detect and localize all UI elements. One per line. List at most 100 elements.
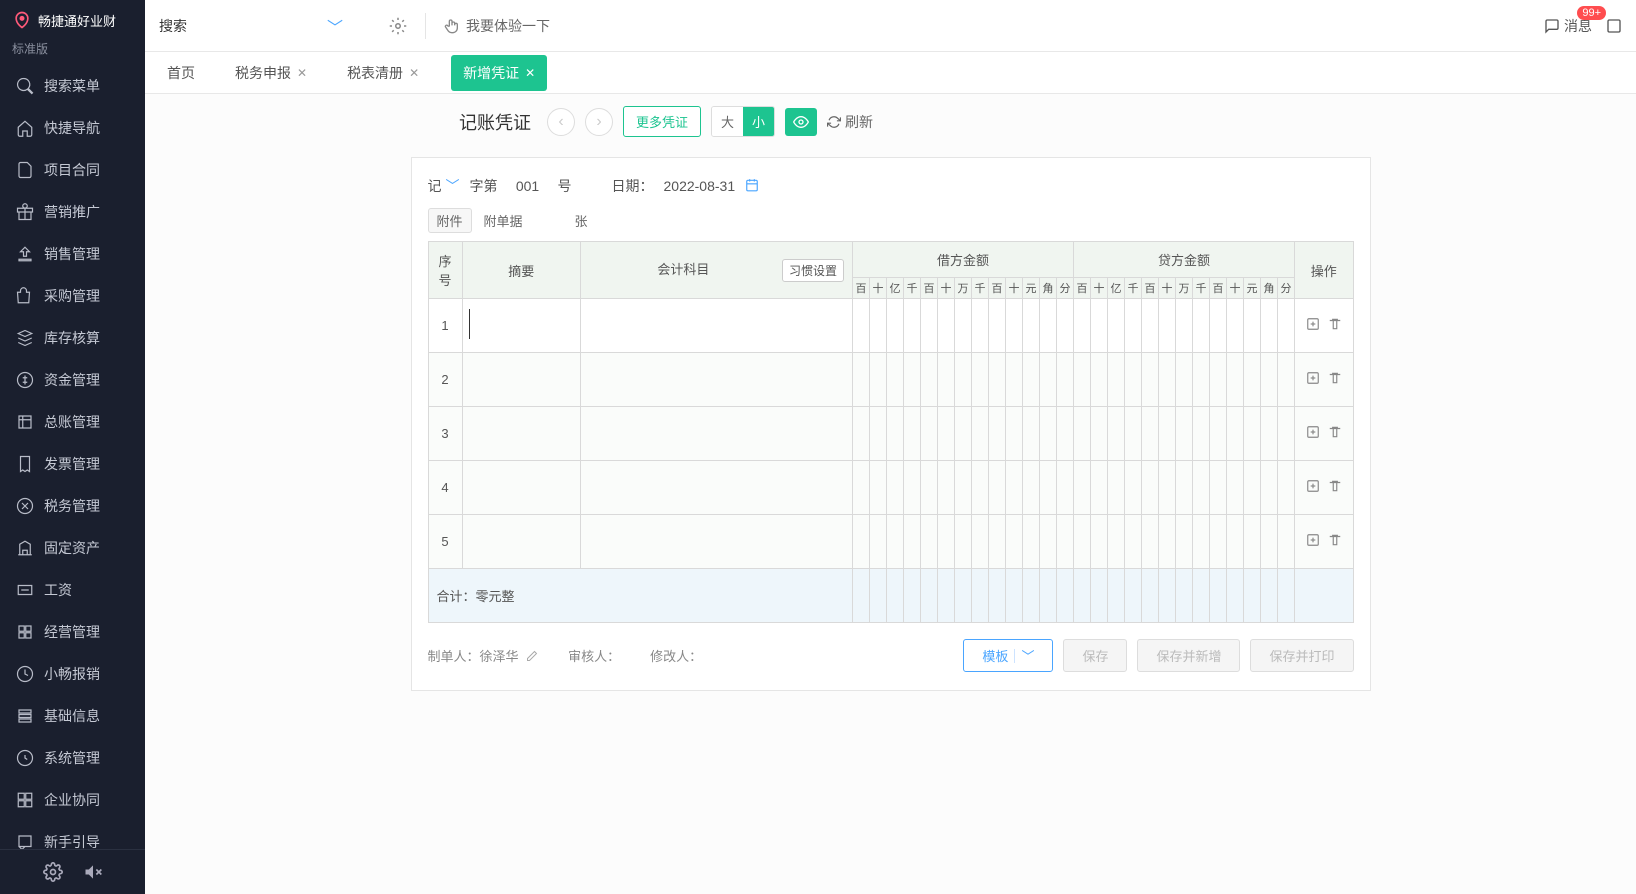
amount-digit[interactable] xyxy=(1073,461,1090,515)
subject-cell[interactable] xyxy=(580,299,852,353)
amount-digit[interactable] xyxy=(852,461,869,515)
amount-digit[interactable] xyxy=(1005,353,1022,407)
amount-digit[interactable] xyxy=(1107,461,1124,515)
amount-digit[interactable] xyxy=(988,407,1005,461)
amount-digit[interactable] xyxy=(954,353,971,407)
mute-icon[interactable] xyxy=(83,862,103,882)
amount-digit[interactable] xyxy=(1039,515,1056,569)
amount-digit[interactable] xyxy=(1056,407,1073,461)
amount-digit[interactable] xyxy=(1226,515,1243,569)
amount-digit[interactable] xyxy=(1107,515,1124,569)
amount-digit[interactable] xyxy=(937,461,954,515)
amount-digit[interactable] xyxy=(971,407,988,461)
amount-digit[interactable] xyxy=(869,353,886,407)
tab-税务申报[interactable]: 税务申报✕ xyxy=(227,53,315,93)
date-input[interactable]: 2022-08-31 xyxy=(664,178,736,194)
amount-digit[interactable] xyxy=(1141,353,1158,407)
sidebar-item-home[interactable]: 快捷导航 xyxy=(0,107,145,149)
amount-digit[interactable] xyxy=(1090,515,1107,569)
amount-digit[interactable] xyxy=(1277,515,1294,569)
amount-digit[interactable] xyxy=(1226,461,1243,515)
amount-digit[interactable] xyxy=(920,353,937,407)
close-icon[interactable]: ✕ xyxy=(409,66,419,80)
amount-digit[interactable] xyxy=(1141,461,1158,515)
amount-digit[interactable] xyxy=(1022,461,1039,515)
amount-digit[interactable] xyxy=(937,407,954,461)
amount-digit[interactable] xyxy=(886,515,903,569)
amount-digit[interactable] xyxy=(1158,353,1175,407)
sidebar-item-asset[interactable]: 固定资产 xyxy=(0,527,145,569)
sidebar-item-manage[interactable]: 经营管理 xyxy=(0,611,145,653)
tab-首页[interactable]: 首页 xyxy=(159,53,203,93)
amount-digit[interactable] xyxy=(1192,461,1209,515)
amount-digit[interactable] xyxy=(1260,407,1277,461)
amount-digit[interactable] xyxy=(1107,353,1124,407)
amount-digit[interactable] xyxy=(1175,515,1192,569)
amount-digit[interactable] xyxy=(1243,353,1260,407)
amount-digit[interactable] xyxy=(1192,299,1209,353)
amount-digit[interactable] xyxy=(1243,407,1260,461)
close-icon[interactable]: ✕ xyxy=(525,66,535,80)
amount-digit[interactable] xyxy=(1260,353,1277,407)
amount-digit[interactable] xyxy=(971,461,988,515)
amount-digit[interactable] xyxy=(852,299,869,353)
add-row-icon[interactable] xyxy=(1306,425,1320,442)
amount-digit[interactable] xyxy=(1124,353,1141,407)
amount-digit[interactable] xyxy=(1056,353,1073,407)
amount-digit[interactable] xyxy=(1243,461,1260,515)
expand-icon[interactable] xyxy=(1606,18,1622,34)
amount-digit[interactable] xyxy=(886,461,903,515)
amount-digit[interactable] xyxy=(1022,299,1039,353)
size-small-button[interactable]: 小 xyxy=(743,107,774,136)
amount-digit[interactable] xyxy=(988,353,1005,407)
amount-digit[interactable] xyxy=(1107,299,1124,353)
amount-digit[interactable] xyxy=(1141,515,1158,569)
amount-digit[interactable] xyxy=(1141,407,1158,461)
sidebar-item-basic[interactable]: 基础信息 xyxy=(0,695,145,737)
amount-digit[interactable] xyxy=(1175,461,1192,515)
amount-digit[interactable] xyxy=(1039,461,1056,515)
voucher-number[interactable]: 001 xyxy=(508,178,548,194)
amount-digit[interactable] xyxy=(1022,353,1039,407)
edit-icon[interactable] xyxy=(526,650,538,662)
settings-icon[interactable] xyxy=(43,862,63,882)
preview-button[interactable] xyxy=(785,108,817,136)
amount-digit[interactable] xyxy=(1005,407,1022,461)
chevron-down-icon[interactable]: ﹀ xyxy=(327,14,343,38)
amount-digit[interactable] xyxy=(1124,461,1141,515)
amount-digit[interactable] xyxy=(1260,299,1277,353)
amount-digit[interactable] xyxy=(1158,407,1175,461)
delete-row-icon[interactable] xyxy=(1328,371,1342,388)
delete-row-icon[interactable] xyxy=(1328,317,1342,334)
amount-digit[interactable] xyxy=(1056,461,1073,515)
amount-digit[interactable] xyxy=(954,407,971,461)
sidebar-item-menu-search[interactable]: 搜索菜单 xyxy=(0,65,145,107)
amount-digit[interactable] xyxy=(1056,299,1073,353)
sidebar-item-upload[interactable]: 销售管理 xyxy=(0,233,145,275)
amount-digit[interactable] xyxy=(1209,407,1226,461)
amount-digit[interactable] xyxy=(903,515,920,569)
amount-digit[interactable] xyxy=(1107,407,1124,461)
subject-cell[interactable] xyxy=(580,353,852,407)
amount-digit[interactable] xyxy=(1090,407,1107,461)
amount-digit[interactable] xyxy=(920,407,937,461)
amount-digit[interactable] xyxy=(954,461,971,515)
amount-digit[interactable] xyxy=(1209,299,1226,353)
save-new-button[interactable]: 保存并新增 xyxy=(1137,639,1240,672)
amount-digit[interactable] xyxy=(1073,299,1090,353)
amount-digit[interactable] xyxy=(1005,299,1022,353)
amount-digit[interactable] xyxy=(886,407,903,461)
amount-digit[interactable] xyxy=(920,515,937,569)
amount-digit[interactable] xyxy=(903,461,920,515)
subject-cell[interactable] xyxy=(580,461,852,515)
experience-link[interactable]: 我要体验一下 xyxy=(444,16,550,36)
amount-digit[interactable] xyxy=(1226,299,1243,353)
amount-digit[interactable] xyxy=(1039,353,1056,407)
calendar-icon[interactable] xyxy=(745,178,759,195)
close-icon[interactable]: ✕ xyxy=(297,66,307,80)
amount-digit[interactable] xyxy=(1277,353,1294,407)
tab-税表清册[interactable]: 税表清册✕ xyxy=(339,53,427,93)
amount-digit[interactable] xyxy=(954,515,971,569)
sidebar-item-money[interactable]: 资金管理 xyxy=(0,359,145,401)
delete-row-icon[interactable] xyxy=(1328,533,1342,550)
